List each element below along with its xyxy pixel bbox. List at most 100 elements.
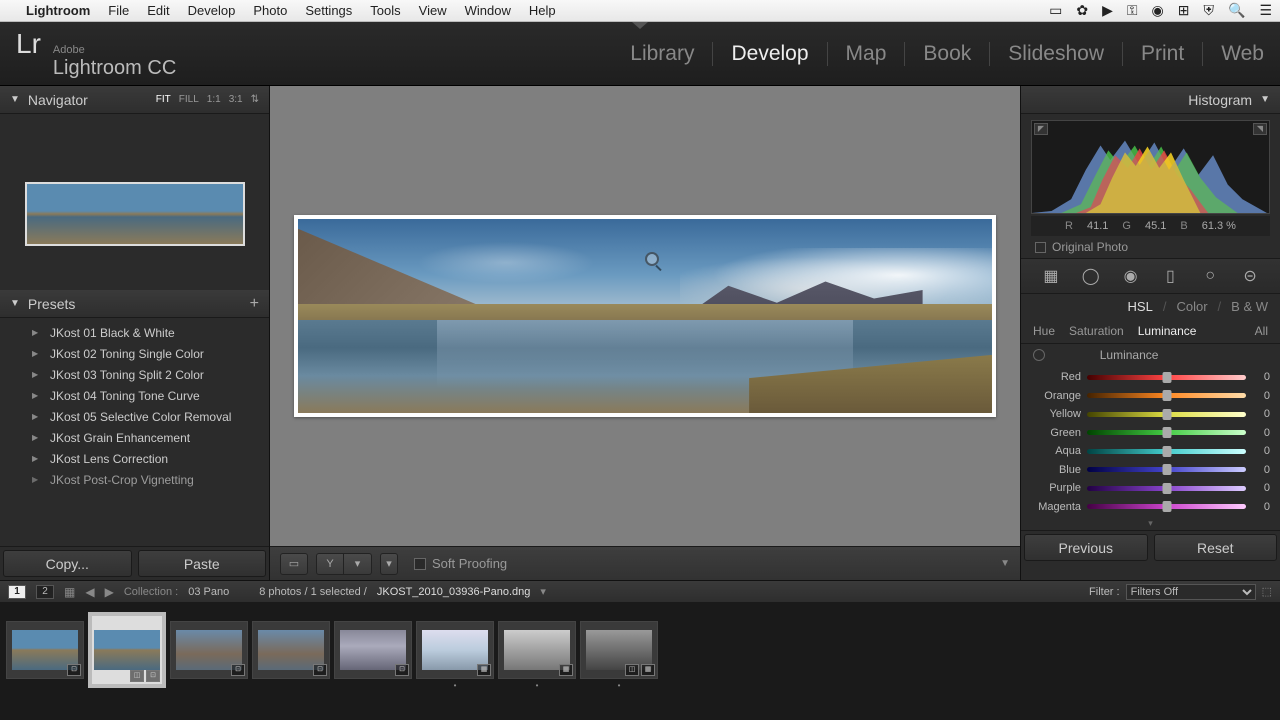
navigator-header[interactable]: ▼ Navigator FIT FILL 1:1 3:1 ⇅ xyxy=(0,86,269,114)
video-icon[interactable]: ▶ xyxy=(1102,2,1113,19)
copy-button[interactable]: Copy... xyxy=(3,550,132,577)
presets-header[interactable]: ▼ Presets + xyxy=(0,290,269,318)
module-web[interactable]: Web xyxy=(1203,42,1264,66)
module-book[interactable]: Book xyxy=(905,42,990,66)
slider-thumb-icon[interactable] xyxy=(1162,501,1171,512)
filmstrip-thumb[interactable]: ⊡ xyxy=(170,621,248,679)
toolbar-dropdown-icon[interactable]: ▾ xyxy=(380,553,398,575)
slider-track[interactable] xyxy=(1087,449,1246,454)
header-collapse-handle[interactable] xyxy=(632,22,648,29)
menu-edit[interactable]: Edit xyxy=(147,3,169,18)
slider-aqua[interactable]: Aqua 0 xyxy=(1031,442,1270,461)
module-develop[interactable]: Develop xyxy=(713,42,827,66)
filter-lock-icon[interactable]: ⬚ xyxy=(1262,585,1272,598)
filter-select[interactable]: Filters Off xyxy=(1126,584,1256,600)
histogram-header[interactable]: Histogram ▼ xyxy=(1021,86,1280,114)
filmstrip-thumb[interactable]: ⊡ xyxy=(334,621,412,679)
shield-icon[interactable]: ⛨ xyxy=(1204,2,1215,19)
navigator-thumbnail[interactable] xyxy=(25,182,245,246)
slider-track[interactable] xyxy=(1087,375,1246,380)
menu-window[interactable]: Window xyxy=(465,3,511,18)
subtab-saturation[interactable]: Saturation xyxy=(1069,324,1124,338)
paste-button[interactable]: Paste xyxy=(138,550,267,577)
evernote-icon[interactable]: ✿ xyxy=(1076,2,1088,19)
preset-folder[interactable]: JKost Post-Crop Vignetting xyxy=(0,469,269,490)
preset-folder[interactable]: JKost 04 Toning Tone Curve xyxy=(0,385,269,406)
original-photo-toggle[interactable]: Original Photo xyxy=(1021,236,1280,258)
current-filename[interactable]: JKOST_2010_03936-Pano.dng xyxy=(377,586,531,598)
add-preset-icon[interactable]: + xyxy=(250,295,259,313)
slider-thumb-icon[interactable] xyxy=(1162,483,1171,494)
adjustment-brush-tool-icon[interactable]: ⊝ xyxy=(1236,263,1264,289)
image-viewport[interactable] xyxy=(270,86,1020,546)
module-library[interactable]: Library xyxy=(612,42,713,66)
slider-thumb-icon[interactable] xyxy=(1162,427,1171,438)
menu-help[interactable]: Help xyxy=(529,3,556,18)
preset-folder[interactable]: JKost 02 Toning Single Color xyxy=(0,343,269,364)
module-print[interactable]: Print xyxy=(1123,42,1203,66)
preset-folder[interactable]: JKost Grain Enhancement xyxy=(0,427,269,448)
redeye-tool-icon[interactable]: ◉ xyxy=(1117,263,1145,289)
grid-icon[interactable]: ⊞ xyxy=(1178,2,1190,19)
spotlight-icon[interactable]: 🔍 xyxy=(1228,2,1245,19)
tab-hsl[interactable]: HSL xyxy=(1128,299,1153,314)
before-after-y-button[interactable]: Y xyxy=(316,553,344,575)
radial-filter-tool-icon[interactable]: ○ xyxy=(1196,263,1224,289)
preset-folder[interactable]: JKost 01 Black & White xyxy=(0,322,269,343)
preset-folder[interactable]: JKost Lens Correction xyxy=(0,448,269,469)
slider-yellow[interactable]: Yellow 0 xyxy=(1031,405,1270,424)
toolbar-options-icon[interactable]: ▼ xyxy=(1000,558,1010,569)
primary-display-button[interactable]: 1 xyxy=(8,585,26,599)
tab-color[interactable]: Color xyxy=(1176,299,1207,314)
filmstrip-thumb[interactable]: ▦◫• xyxy=(580,621,658,679)
slider-blue[interactable]: Blue 0 xyxy=(1031,461,1270,480)
grid-view-icon[interactable]: ▦ xyxy=(64,585,75,599)
slider-track[interactable] xyxy=(1087,486,1246,491)
zoom-1to1[interactable]: 1:1 xyxy=(207,94,221,105)
menu-photo[interactable]: Photo xyxy=(253,3,287,18)
slider-track[interactable] xyxy=(1087,393,1246,398)
filmstrip-thumb[interactable]: ▦• xyxy=(416,621,494,679)
slider-track[interactable] xyxy=(1087,430,1246,435)
subtab-all[interactable]: All xyxy=(1255,324,1268,338)
filmstrip-thumb-selected[interactable]: ⊡◫ xyxy=(88,612,166,688)
collection-name[interactable]: 03 Pano xyxy=(188,586,229,598)
targeted-adjustment-icon[interactable] xyxy=(1033,349,1045,361)
slider-magenta[interactable]: Magenta 0 xyxy=(1031,498,1270,517)
zoom-fill[interactable]: FILL xyxy=(179,94,199,105)
preset-folder[interactable]: JKost 03 Toning Split 2 Color xyxy=(0,364,269,385)
slider-red[interactable]: Red 0 xyxy=(1031,368,1270,387)
graduated-filter-tool-icon[interactable]: ▯ xyxy=(1156,263,1184,289)
previous-button[interactable]: Previous xyxy=(1024,534,1148,561)
app-menu[interactable]: Lightroom xyxy=(26,3,90,18)
panel-resize-handle[interactable]: ▾ xyxy=(1021,518,1280,530)
menu-develop[interactable]: Develop xyxy=(188,3,236,18)
slider-orange[interactable]: Orange 0 xyxy=(1031,387,1270,406)
soft-proofing-toggle[interactable]: Soft Proofing xyxy=(414,556,507,571)
before-after-dropdown-icon[interactable]: ▾ xyxy=(344,553,372,575)
filename-dropdown-icon[interactable]: ▾ xyxy=(540,585,546,598)
nav-back-icon[interactable]: ◀ xyxy=(85,585,94,599)
preset-folder[interactable]: JKost 05 Selective Color Removal xyxy=(0,406,269,427)
slider-thumb-icon[interactable] xyxy=(1162,372,1171,383)
module-slideshow[interactable]: Slideshow xyxy=(990,42,1123,66)
nav-fwd-icon[interactable]: ▶ xyxy=(105,585,114,599)
slider-track[interactable] xyxy=(1087,504,1246,509)
module-map[interactable]: Map xyxy=(828,42,906,66)
zoom-more-icon[interactable]: ⇅ xyxy=(251,94,259,105)
reset-button[interactable]: Reset xyxy=(1154,534,1278,561)
spot-removal-tool-icon[interactable]: ◯ xyxy=(1077,263,1105,289)
slider-thumb-icon[interactable] xyxy=(1162,464,1171,475)
slider-thumb-icon[interactable] xyxy=(1162,446,1171,457)
menu-tools[interactable]: Tools xyxy=(370,3,400,18)
slider-thumb-icon[interactable] xyxy=(1162,390,1171,401)
list-icon[interactable]: ☰ xyxy=(1259,2,1272,19)
filmstrip-thumb[interactable]: ▦• xyxy=(498,621,576,679)
tab-bw[interactable]: B & W xyxy=(1231,299,1268,314)
subtab-luminance[interactable]: Luminance xyxy=(1138,324,1197,338)
display-icon[interactable]: ▭ xyxy=(1049,2,1062,19)
key-icon[interactable]: ⚿ xyxy=(1127,2,1138,19)
menu-settings[interactable]: Settings xyxy=(305,3,352,18)
histogram-display[interactable]: ◤ ◥ xyxy=(1031,120,1270,214)
zoom-fit[interactable]: FIT xyxy=(156,94,171,105)
